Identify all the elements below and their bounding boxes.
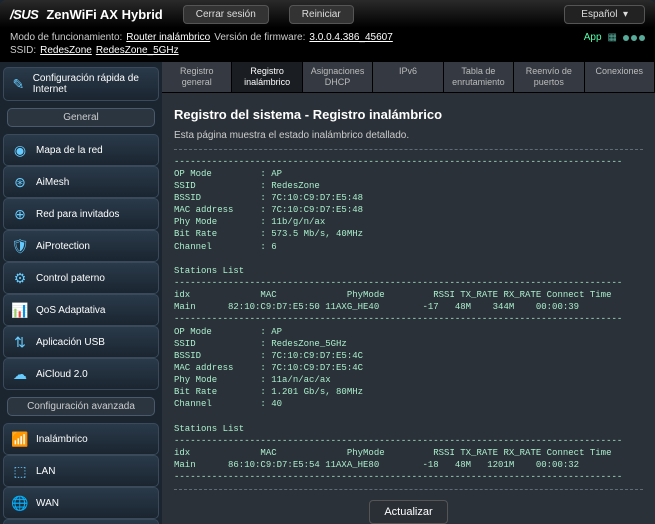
fw-label: Versión de firmware: <box>214 32 305 43</box>
app-qr-icon[interactable]: ▦ <box>608 32 617 43</box>
content-area: Registro generalRegistro inalámbricoAsig… <box>162 62 655 524</box>
ssid1-link[interactable]: RedesZone <box>40 45 92 56</box>
sidebar-group-general: General <box>7 108 155 127</box>
ssid-label: SSID: <box>10 45 36 56</box>
sidebar-item-label: Mapa de la red <box>36 145 103 156</box>
sidebar-icon: ⬚ <box>10 461 30 481</box>
sidebar: ✎ Configuración rápida de Internet Gener… <box>0 62 162 524</box>
sidebar-item-qos-adaptativa[interactable]: 📊 QoS Adaptativa <box>3 294 159 326</box>
brand-logo: /SUS <box>10 7 38 22</box>
page-desc: Esta página muestra el estado inalámbric… <box>174 130 643 141</box>
sidebar-icon: ⊛ <box>10 172 30 192</box>
sidebar-item-label: AiProtection <box>36 241 90 252</box>
sidebar-item-label: AiMesh <box>36 177 69 188</box>
sidebar-icon: ⚙ <box>10 268 30 288</box>
signal-icon <box>623 35 645 41</box>
sidebar-item-alexa-ifttt[interactable]: 🔗Alexa & IFTTT <box>3 519 159 524</box>
update-button[interactable]: Actualizar <box>369 500 447 524</box>
sidebar-icon: 🌐 <box>10 493 30 513</box>
sidebar-icon: ☁ <box>10 364 30 384</box>
wireless-log: ----------------------------------------… <box>174 149 643 491</box>
tab-tabla-de-enrutamiento[interactable]: Tabla de enrutamiento <box>444 62 514 92</box>
reboot-button[interactable]: Reiniciar <box>289 5 354 24</box>
sidebar-group-advanced: Configuración avanzada <box>7 397 155 416</box>
sidebar-item-inal-mbrico[interactable]: 📶 Inalámbrico <box>3 423 159 455</box>
language-select[interactable]: Español ▾ <box>564 5 645 24</box>
sidebar-item-label: Aplicación USB <box>36 337 105 348</box>
info-bar: Modo de funcionamiento: Router inalámbri… <box>0 28 655 62</box>
sidebar-item-label: QoS Adaptativa <box>36 305 106 316</box>
sidebar-item-wan[interactable]: 🌐 WAN <box>3 487 159 519</box>
tab-ipv6[interactable]: IPv6 <box>373 62 443 92</box>
sidebar-icon: ◉ <box>10 140 30 160</box>
sidebar-icon: ⊕ <box>10 204 30 224</box>
ssid2-link[interactable]: RedesZone_5GHz <box>96 45 179 56</box>
top-bar: /SUS ZenWiFi AX Hybrid Cerrar sesión Rei… <box>0 0 655 28</box>
sidebar-icon: 📶 <box>10 429 30 449</box>
sidebar-item-label: Inalámbrico <box>36 434 88 445</box>
sidebar-icon: 🛡 <box>10 236 30 256</box>
tab-reenv-o-de-puertos[interactable]: Reenvío de puertos <box>514 62 584 92</box>
sidebar-icon: 📊 <box>10 300 30 320</box>
tab-registro-inal-mbrico[interactable]: Registro inalámbrico <box>232 62 302 92</box>
wizard-icon: ✎ <box>10 74 27 94</box>
fw-link[interactable]: 3.0.0.4.386_45607 <box>309 32 392 43</box>
tab-conexiones[interactable]: Conexiones <box>585 62 655 92</box>
app-badge[interactable]: App <box>584 32 602 43</box>
sidebar-item-label: AiCloud 2.0 <box>36 369 88 380</box>
tab-registro-general[interactable]: Registro general <box>162 62 232 92</box>
sidebar-icon: ⇅ <box>10 332 30 352</box>
sidebar-quick-setup[interactable]: ✎ Configuración rápida de Internet <box>3 67 159 101</box>
sidebar-item-control-paterno[interactable]: ⚙ Control paterno <box>3 262 159 294</box>
sidebar-item-label: Configuración rápida de Internet <box>33 73 152 95</box>
sidebar-item-aimesh[interactable]: ⊛ AiMesh <box>3 166 159 198</box>
page-title: Registro del sistema - Registro inalámbr… <box>174 103 643 130</box>
sidebar-item-aplicaci-n-usb[interactable]: ⇅ Aplicación USB <box>3 326 159 358</box>
tab-asignaciones-dhcp[interactable]: Asignaciones DHCP <box>303 62 373 92</box>
sidebar-item-aiprotection[interactable]: 🛡 AiProtection <box>3 230 159 262</box>
sidebar-item-aicloud-2-0[interactable]: ☁ AiCloud 2.0 <box>3 358 159 390</box>
logout-button[interactable]: Cerrar sesión <box>183 5 269 24</box>
model-name: ZenWiFi AX Hybrid <box>46 7 162 22</box>
sidebar-item-label: WAN <box>36 498 59 509</box>
sidebar-item-mapa-de-la-red[interactable]: ◉ Mapa de la red <box>3 134 159 166</box>
opmode-link[interactable]: Router inalámbrico <box>126 32 210 43</box>
sidebar-item-label: Red para invitados <box>36 209 119 220</box>
sidebar-item-label: Control paterno <box>36 273 105 284</box>
opmode-label: Modo de funcionamiento: <box>10 32 122 43</box>
tab-bar: Registro generalRegistro inalámbricoAsig… <box>162 62 655 93</box>
sidebar-item-label: LAN <box>36 466 55 477</box>
sidebar-item-red-para-invitados[interactable]: ⊕ Red para invitados <box>3 198 159 230</box>
sidebar-item-lan[interactable]: ⬚ LAN <box>3 455 159 487</box>
